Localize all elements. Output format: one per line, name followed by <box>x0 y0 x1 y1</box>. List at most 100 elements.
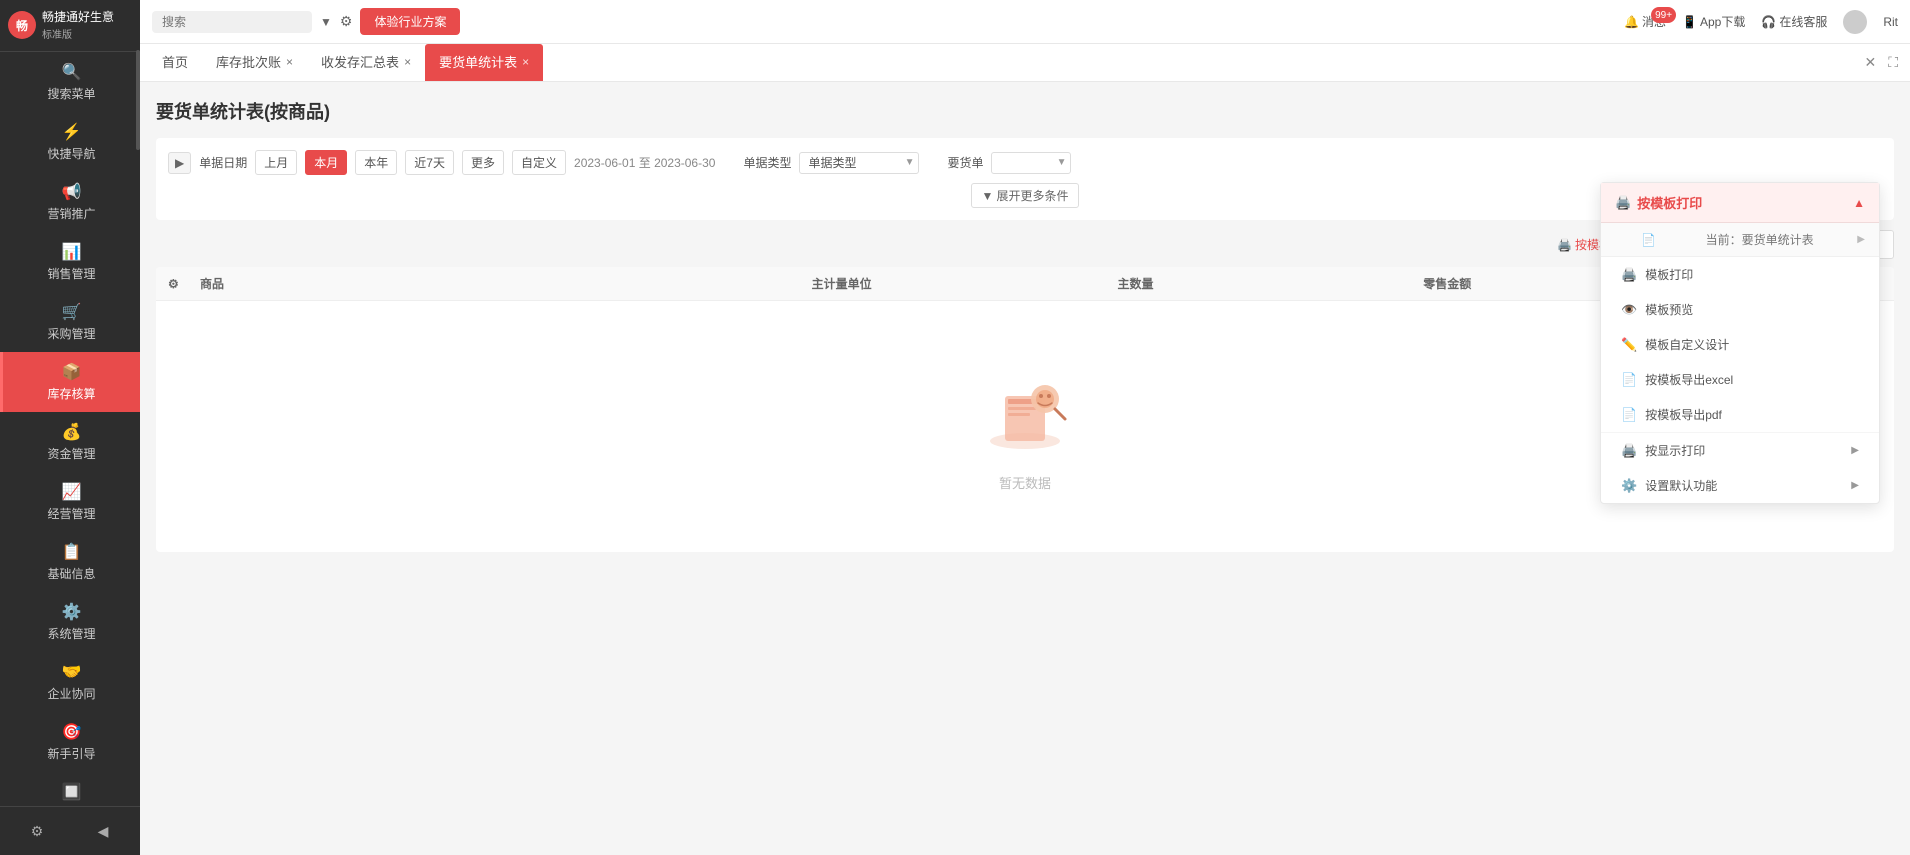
trial-btn[interactable]: 体验行业方案 <box>360 8 460 35</box>
sidebar-item-quick-nav[interactable]: ⚡ 快捷导航 <box>0 112 140 172</box>
sidebar-item-marketing[interactable]: 📢 营销推广 <box>0 172 140 232</box>
quick-nav-icon: ⚡ <box>62 122 82 142</box>
print-item-export-excel[interactable]: 📄 按模板导出excel <box>1601 362 1879 397</box>
topbar-gear-btn[interactable]: ⚙ <box>340 13 353 30</box>
operations-icon: 📈 <box>62 482 82 502</box>
sidebar-settings-btn[interactable]: ⚙ <box>23 817 51 845</box>
template-preview-icon: 👁️ <box>1621 302 1637 318</box>
purchase-icon: 🛒 <box>62 302 82 322</box>
sidebar-item-finance[interactable]: 💰 资金管理 <box>0 412 140 472</box>
download-icon: 📱 <box>1682 15 1697 29</box>
user-name: Rit <box>1883 15 1898 29</box>
tab-close-all-btn[interactable]: ✕ <box>1860 52 1880 73</box>
print-dropdown-icon: 🖨️ <box>1615 195 1631 211</box>
guide-icon: 🎯 <box>62 722 82 742</box>
print-dropdown: 🖨️ 按模板打印 ▲ 📄 当前：要货单统计表 ▶ 🖨️ 模板打印 👁️ 模板预览 <box>1600 182 1880 504</box>
sidebar: 畅 畅捷通好生意 标准版 🔍 搜索菜单 ⚡ 快捷导航 📢 营销推广 📊 销售管理… <box>0 0 140 855</box>
notifications-btn[interactable]: 🔔 消息 99+ <box>1624 13 1666 30</box>
print-group-default-fn[interactable]: ⚙️ 设置默认功能 ▶ <box>1601 468 1879 503</box>
filter-date-custom[interactable]: 自定义 <box>512 150 566 175</box>
tab-close-inventory-batch[interactable]: × <box>286 55 293 69</box>
th-unit: 主计量单位 <box>812 275 1118 292</box>
template-design-icon: ✏️ <box>1621 337 1637 353</box>
filter-expand-icon-btn[interactable]: ▶ <box>168 152 191 174</box>
current-template-arrow-icon: ▶ <box>1857 234 1865 245</box>
print-dropdown-chevron-icon: ▲ <box>1853 196 1865 210</box>
user-avatar[interactable] <box>1843 10 1867 34</box>
filter-date-prev[interactable]: 上月 <box>255 150 297 175</box>
empty-text: 暂无数据 <box>999 473 1051 492</box>
sidebar-item-operations[interactable]: 📈 经营管理 <box>0 472 140 532</box>
empty-illustration <box>975 361 1075 461</box>
sales-icon: 📊 <box>62 242 82 262</box>
tab-inventory-batch[interactable]: 库存批次账 × <box>202 44 307 81</box>
sidebar-item-apps[interactable]: 🔲 应用中心 <box>0 772 140 806</box>
default-fn-icon: ⚙️ <box>1621 478 1637 494</box>
display-print-arrow-icon: ▶ <box>1851 445 1859 456</box>
print-item-export-pdf[interactable]: 📄 按模板导出pdf <box>1601 397 1879 432</box>
sidebar-item-guide[interactable]: 🎯 新手引导 <box>0 712 140 772</box>
marketing-icon: 📢 <box>62 182 82 202</box>
doc-type-select-wrap: 单据类型 ▼ <box>799 152 919 174</box>
export-pdf-icon: 📄 <box>1621 407 1637 423</box>
goods-select-wrap: ▼ <box>991 152 1071 174</box>
tab-receipts-summary[interactable]: 收发存汇总表 × <box>307 44 425 81</box>
basic-icon: 📋 <box>62 542 82 562</box>
filter-date-current[interactable]: 本月 <box>305 150 347 175</box>
finance-icon: 💰 <box>62 422 82 442</box>
sidebar-bottom: ⚙ ◀ <box>0 806 140 855</box>
topbar: ▼ ⚙ 体验行业方案 🔔 消息 99+ 📱 App下载 🎧 在线客服 Rit <box>140 0 1910 44</box>
tab-close-order-stats[interactable]: × <box>522 55 529 69</box>
filter-date-range: 2023-06-01 至 2023-06-30 <box>574 154 715 171</box>
sidebar-item-inventory[interactable]: 📦 库存核算 <box>0 352 140 412</box>
th-settings[interactable]: ⚙ <box>168 277 200 291</box>
online-service-btn[interactable]: 🎧 在线客服 <box>1761 13 1827 30</box>
topbar-search-input[interactable] <box>152 11 312 33</box>
sidebar-item-system[interactable]: ⚙️ 系统管理 <box>0 592 140 652</box>
topbar-dropdown-btn[interactable]: ▼ <box>320 15 332 29</box>
filter-expand-btn[interactable]: ▼ 展开更多条件 <box>971 183 1080 208</box>
print-item-template-preview[interactable]: 👁️ 模板预览 <box>1601 292 1879 327</box>
search-icon: 🔍 <box>62 62 82 82</box>
bell-icon: 🔔 <box>1624 15 1639 29</box>
sidebar-collapse-btn[interactable]: ◀ <box>89 817 117 845</box>
sidebar-item-search[interactable]: 🔍 搜索菜单 <box>0 52 140 112</box>
doc-type-select[interactable]: 单据类型 <box>799 152 919 174</box>
app-logo-text: 畅捷通好生意 标准版 <box>42 10 114 41</box>
th-qty: 主数量 <box>1117 275 1423 292</box>
tabs-bar: 首页 库存批次账 × 收发存汇总表 × 要货单统计表 × ✕ ⛶ <box>140 44 1910 82</box>
tab-order-stats[interactable]: 要货单统计表 × <box>425 44 543 81</box>
goods-select[interactable] <box>991 152 1071 174</box>
current-template[interactable]: 📄 当前：要货单统计表 ▶ <box>1601 223 1879 257</box>
sidebar-item-purchase[interactable]: 🛒 采购管理 <box>0 292 140 352</box>
sidebar-nav: 🔍 搜索菜单 ⚡ 快捷导航 📢 营销推广 📊 销售管理 🛒 采购管理 📦 库存核… <box>0 52 140 806</box>
print-dropdown-header[interactable]: 🖨️ 按模板打印 ▲ <box>1601 183 1879 223</box>
inventory-icon: 📦 <box>62 362 82 382</box>
tab-expand-btn[interactable]: ⛶ <box>1884 52 1902 73</box>
sidebar-item-basic[interactable]: 📋 基础信息 <box>0 532 140 592</box>
system-icon: ⚙️ <box>62 602 82 622</box>
topbar-right: 🔔 消息 99+ 📱 App下载 🎧 在线客服 Rit <box>1624 10 1898 34</box>
filter-row-1: ▶ 单据日期 上月 本月 本年 近7天 更多 自定义 2023-06-01 至 … <box>168 150 1882 175</box>
sidebar-item-enterprise[interactable]: 🤝 企业协同 <box>0 652 140 712</box>
doc-type-label: 单据类型 <box>743 154 791 171</box>
tab-home[interactable]: 首页 <box>148 44 202 81</box>
date-label: 单据日期 <box>199 154 247 171</box>
app-download-btn[interactable]: 📱 App下载 <box>1682 13 1745 30</box>
default-fn-arrow-icon: ▶ <box>1851 480 1859 491</box>
notifications-badge: 99+ <box>1651 7 1676 23</box>
print-item-template-print[interactable]: 🖨️ 模板打印 <box>1601 257 1879 292</box>
filter-date-week7[interactable]: 近7天 <box>405 150 454 175</box>
filter-date-more[interactable]: 更多 <box>462 150 504 175</box>
filter-date-year[interactable]: 本年 <box>355 150 397 175</box>
print-item-template-design[interactable]: ✏️ 模板自定义设计 <box>1601 327 1879 362</box>
template-print-icon: 🖨️ <box>1621 267 1637 283</box>
print-group-display-print[interactable]: 🖨️ 按显示打印 ▶ <box>1601 433 1879 468</box>
page-content: 要货单统计表(按商品) ▶ 单据日期 上月 本月 本年 近7天 更多 自定义 2… <box>140 82 1910 855</box>
sidebar-logo: 畅 畅捷通好生意 标准版 <box>0 0 140 52</box>
tabs-actions: ✕ ⛶ <box>1860 52 1902 73</box>
tab-close-receipts-summary[interactable]: × <box>404 55 411 69</box>
sidebar-item-sales[interactable]: 📊 销售管理 <box>0 232 140 292</box>
enterprise-icon: 🤝 <box>62 662 82 682</box>
print-dropdown-header-left: 🖨️ 按模板打印 <box>1615 193 1702 212</box>
